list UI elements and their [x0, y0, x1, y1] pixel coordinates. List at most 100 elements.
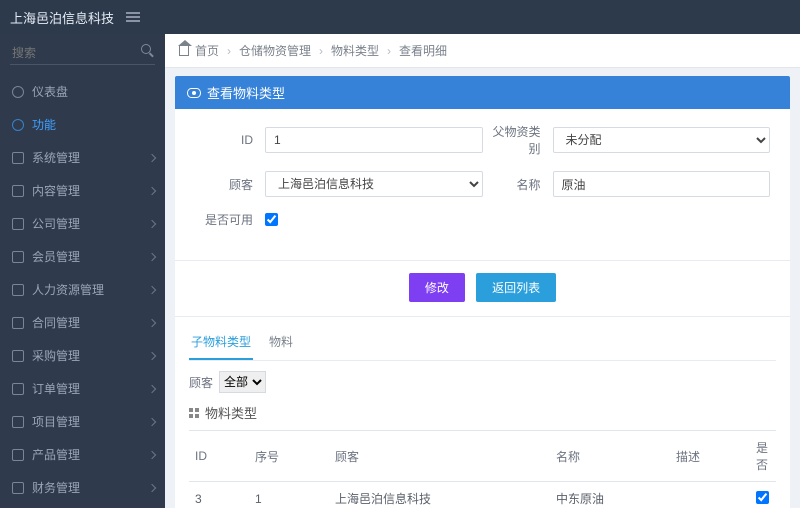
- col-id: ID: [189, 431, 249, 482]
- sidebar-item-project[interactable]: 项目管理: [0, 405, 165, 438]
- chevron-right-icon: [148, 252, 156, 260]
- customer-select[interactable]: 上海邑泊信息科技: [265, 171, 483, 197]
- label-customer: 顾客: [195, 176, 265, 193]
- sidebar-item-hr[interactable]: 人力资源管理: [0, 273, 165, 306]
- chevron-right-icon: [148, 285, 156, 293]
- chevron-right-icon: [148, 186, 156, 194]
- chevron-right-icon: [148, 483, 156, 491]
- cell-name: 中东原油: [550, 482, 670, 508]
- grid-icon: [189, 408, 199, 418]
- tab-sub-material[interactable]: 子物料类型: [189, 327, 253, 360]
- label-parent: 父物资类别: [483, 123, 553, 157]
- chevron-right-icon: [148, 351, 156, 359]
- edit-button[interactable]: 修改: [409, 273, 465, 302]
- label-id: ID: [195, 133, 265, 147]
- search-icon[interactable]: [141, 44, 151, 54]
- panel-header: 查看物料类型: [175, 76, 790, 109]
- module-icon: [12, 350, 24, 362]
- label-enabled: 是否可用: [195, 211, 265, 228]
- sidebar-item-label: 合同管理: [32, 314, 80, 331]
- breadcrumb-sep: [225, 44, 233, 58]
- chevron-right-icon: [148, 153, 156, 161]
- sidebar-item-label: 采购管理: [32, 347, 80, 364]
- sidebar-search: [0, 34, 165, 69]
- sidebar-item-contract[interactable]: 合同管理: [0, 306, 165, 339]
- label-name: 名称: [483, 176, 553, 193]
- data-table: ID 序号 顾客 名称 描述 是否 3 1 上海邑泊信息科技: [189, 430, 776, 508]
- sidebar-item-member[interactable]: 会员管理: [0, 240, 165, 273]
- cell-enabled: [750, 482, 776, 508]
- topbar: 上海邑泊信息科技: [0, 0, 800, 34]
- table-row[interactable]: 3 1 上海邑泊信息科技 中东原油: [189, 482, 776, 508]
- cell-id: 3: [189, 482, 249, 508]
- sidebar-item-label: 系统管理: [32, 149, 80, 166]
- main-content: 首页 仓储物资管理 物料类型 查看明细 查看物料类型 ID 父物: [165, 34, 800, 508]
- tab-material[interactable]: 物料: [267, 327, 295, 360]
- module-icon: [12, 251, 24, 263]
- subhead-text: 物料类型: [205, 403, 257, 422]
- detail-panel: 查看物料类型 ID 父物资类别 未分配: [175, 76, 790, 508]
- filter-select[interactable]: 全部: [219, 371, 266, 393]
- chevron-right-icon: [148, 417, 156, 425]
- back-button[interactable]: 返回列表: [476, 273, 556, 302]
- sidebar-item-company[interactable]: 公司管理: [0, 207, 165, 240]
- cell-desc: [670, 482, 750, 508]
- sidebar-item-label: 项目管理: [32, 413, 80, 430]
- cell-customer: 上海邑泊信息科技: [329, 482, 550, 508]
- sidebar-item-product[interactable]: 产品管理: [0, 438, 165, 471]
- table-header-row: ID 序号 顾客 名称 描述 是否: [189, 431, 776, 482]
- sidebar-item-finance[interactable]: 财务管理: [0, 471, 165, 504]
- breadcrumb-item[interactable]: 物料类型: [331, 42, 379, 59]
- enabled-checkbox[interactable]: [265, 213, 278, 226]
- sidebar-item-function[interactable]: 功能: [0, 108, 165, 141]
- col-name: 名称: [550, 431, 670, 482]
- sidebar-item-label: 订单管理: [32, 380, 80, 397]
- sidebar-item-label: 产品管理: [32, 446, 80, 463]
- sidebar-item-dashboard[interactable]: 仪表盘: [0, 75, 165, 108]
- module-icon: [12, 383, 24, 395]
- search-input[interactable]: [10, 42, 155, 65]
- breadcrumb-sep: [317, 44, 325, 58]
- breadcrumb-sep: [385, 44, 393, 58]
- name-field[interactable]: [553, 171, 771, 197]
- sidebar-item-order[interactable]: 订单管理: [0, 372, 165, 405]
- module-icon: [12, 449, 24, 461]
- button-row: 修改 返回列表: [175, 260, 790, 316]
- col-customer: 顾客: [329, 431, 550, 482]
- sidebar-item-content[interactable]: 内容管理: [0, 174, 165, 207]
- sidebar-nav: 仪表盘 功能 系统管理 内容管理 公司管理 会员管理 人力资源管理 合同管理 采…: [0, 75, 165, 508]
- filter-row: 顾客 全部: [189, 361, 776, 399]
- home-icon[interactable]: [179, 46, 189, 56]
- module-icon: [12, 482, 24, 494]
- gear-icon: [12, 119, 24, 131]
- module-icon: [12, 317, 24, 329]
- cell-seq: 1: [249, 482, 329, 508]
- sidebar-item-label: 仪表盘: [32, 83, 68, 100]
- id-field[interactable]: [265, 127, 483, 153]
- sidebar-item-label: 会员管理: [32, 248, 80, 265]
- parent-select[interactable]: 未分配: [553, 127, 771, 153]
- breadcrumb-item[interactable]: 仓储物资管理: [239, 42, 311, 59]
- chevron-right-icon: [148, 219, 156, 227]
- tab-area: 子物料类型 物料 顾客 全部 物料类型 ID: [175, 316, 790, 508]
- chevron-right-icon: [148, 318, 156, 326]
- sidebar-item-label: 内容管理: [32, 182, 80, 199]
- sidebar-item-system[interactable]: 系统管理: [0, 141, 165, 174]
- filter-label: 顾客: [189, 374, 213, 391]
- menu-toggle-icon[interactable]: [126, 12, 140, 22]
- chevron-right-icon: [148, 450, 156, 458]
- table-subhead: 物料类型: [189, 399, 776, 430]
- sidebar: 仪表盘 功能 系统管理 内容管理 公司管理 会员管理 人力资源管理 合同管理 采…: [0, 34, 165, 508]
- sidebar-item-label: 人力资源管理: [32, 281, 104, 298]
- sidebar-item-label: 公司管理: [32, 215, 80, 232]
- sidebar-item-purchase[interactable]: 采购管理: [0, 339, 165, 372]
- breadcrumb-home[interactable]: 首页: [195, 42, 219, 59]
- col-enabled: 是否: [750, 431, 776, 482]
- breadcrumb-item: 查看明细: [399, 42, 447, 59]
- sidebar-item-accounting[interactable]: 会计管理: [0, 504, 165, 508]
- module-icon: [12, 284, 24, 296]
- eye-icon: [187, 88, 201, 98]
- row-enabled-checkbox[interactable]: [756, 491, 769, 504]
- dashboard-icon: [12, 86, 24, 98]
- sidebar-item-label: 财务管理: [32, 479, 80, 496]
